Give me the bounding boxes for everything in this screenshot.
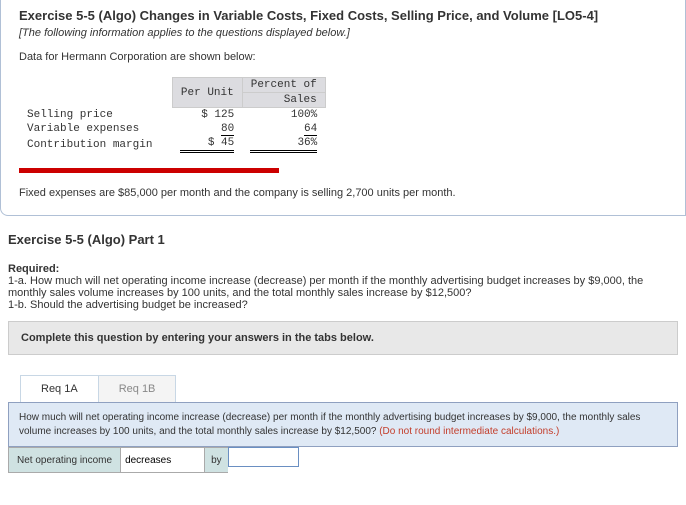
amount-input[interactable]: [228, 447, 299, 467]
by-label: by: [205, 447, 228, 473]
red-divider: [19, 168, 279, 173]
req-1a-text: 1-a. How much will net operating income …: [8, 275, 678, 299]
col-sales: Sales: [242, 93, 325, 108]
instruction-bar: Complete this question by entering your …: [8, 321, 678, 355]
exercise-info-panel: Exercise 5-5 (Algo) Changes in Variable …: [0, 0, 686, 216]
info-applies-note: [The following information applies to th…: [19, 27, 667, 39]
row-variable-expenses: Variable expenses 80 64: [19, 122, 325, 136]
row-selling-price: Selling price $ 125 100%: [19, 108, 325, 123]
col-percent-of: Percent of: [242, 78, 325, 93]
data-intro: Data for Hermann Corporation are shown b…: [19, 51, 667, 63]
col-per-unit: Per Unit: [172, 78, 242, 108]
row-contribution-margin: Contribution margin $ 45 36%: [19, 136, 325, 154]
fixed-expenses-text: Fixed expenses are $85,000 per month and…: [19, 187, 667, 199]
exercise-title: Exercise 5-5 (Algo) Changes in Variable …: [19, 8, 667, 23]
answer-row: Net operating income by: [8, 447, 678, 473]
required-heading: Required:: [8, 263, 678, 275]
question-box: How much will net operating income incre…: [8, 402, 678, 447]
tab-req-1b[interactable]: Req 1B: [98, 375, 177, 402]
required-block: Required: 1-a. How much will net operati…: [8, 263, 678, 311]
direction-select[interactable]: [120, 447, 205, 473]
noi-label: Net operating income: [8, 447, 120, 473]
tab-req-1a[interactable]: Req 1A: [20, 375, 99, 402]
part-title: Exercise 5-5 (Algo) Part 1: [8, 232, 686, 247]
do-not-round-warning: (Do not round intermediate calculations.…: [379, 426, 559, 437]
data-table: Per Unit Percent of Sales Selling price …: [19, 77, 326, 154]
req-1b-text: 1-b. Should the advertising budget be in…: [8, 299, 678, 311]
tabs-row: Req 1A Req 1B: [20, 375, 686, 402]
